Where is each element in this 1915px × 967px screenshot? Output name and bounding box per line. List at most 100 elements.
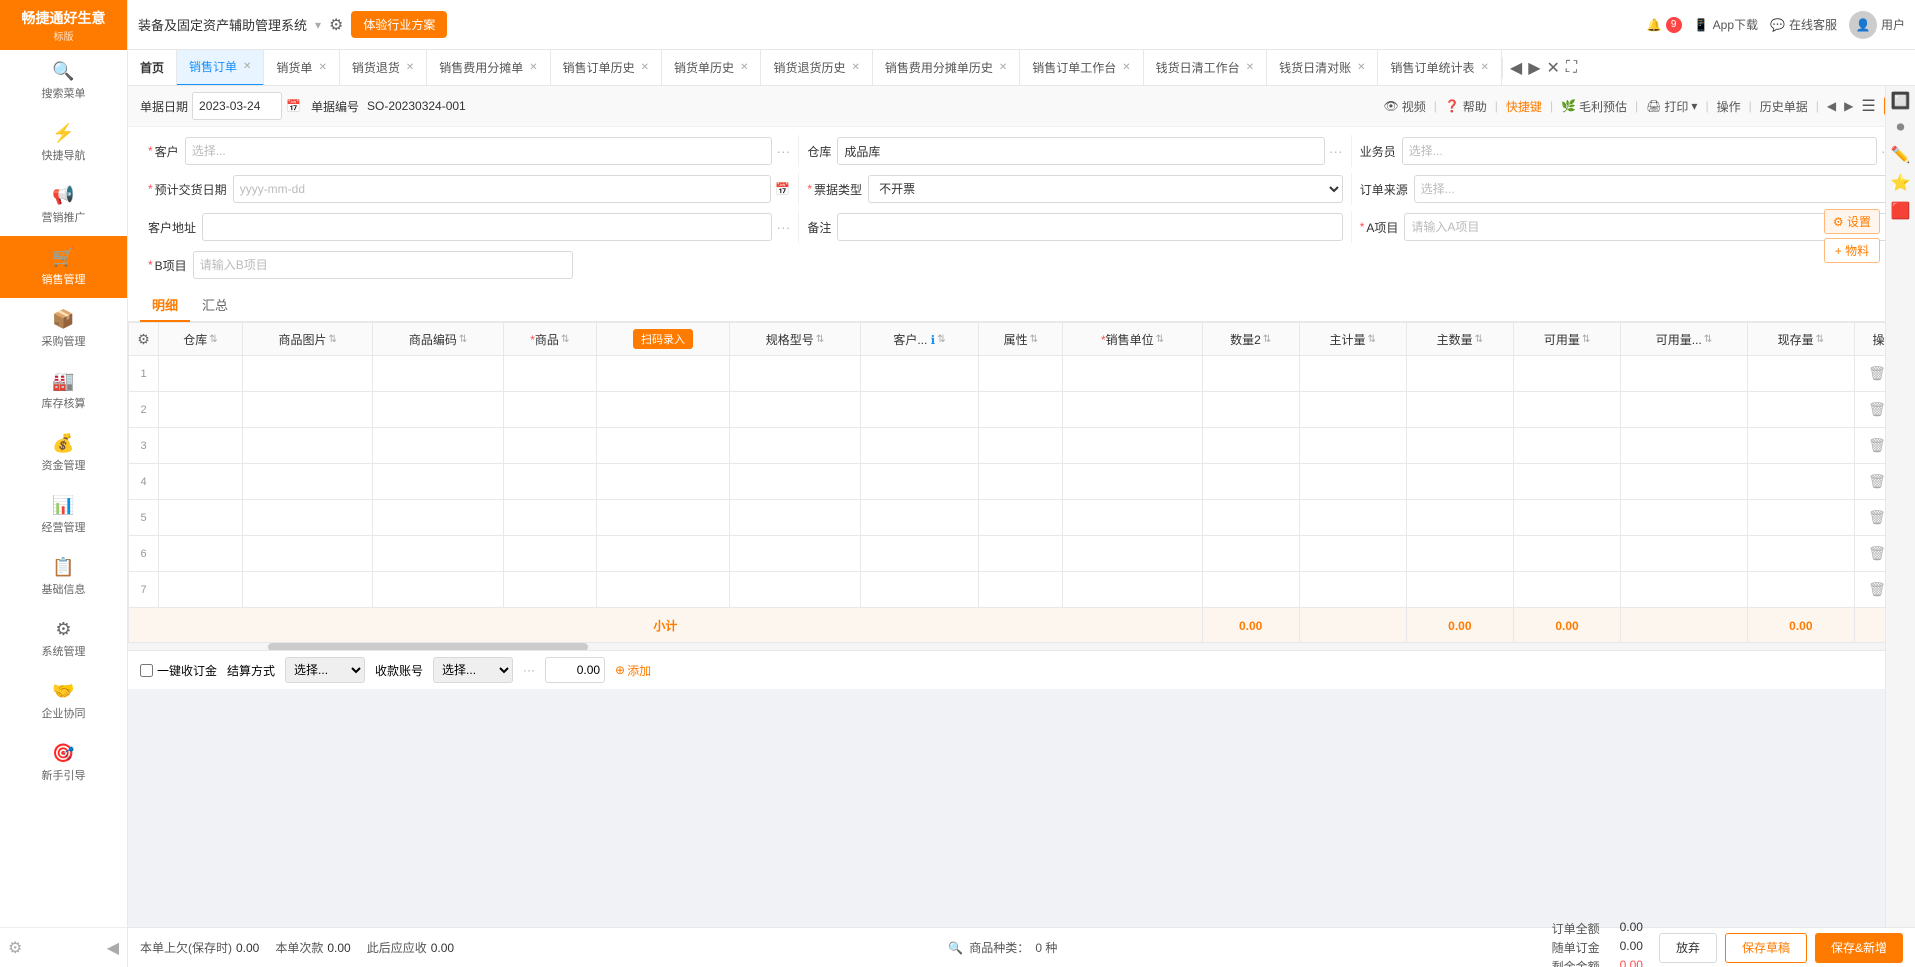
- table-cell[interactable]: [503, 464, 596, 500]
- table-cell[interactable]: [860, 428, 979, 464]
- collapse-icon[interactable]: ◀: [107, 938, 119, 958]
- table-cell[interactable]: [596, 464, 729, 500]
- table-cell[interactable]: [373, 536, 503, 572]
- panel-icon-3[interactable]: ✏️: [1891, 145, 1911, 165]
- sidebar-item-资金管理[interactable]: 💰 资金管理: [0, 422, 127, 484]
- tab-close-8[interactable]: ✕: [999, 62, 1007, 73]
- invoice-select[interactable]: 不开票 增值税普通发票 增值税专用发票: [868, 175, 1343, 203]
- table-cell[interactable]: [979, 392, 1063, 428]
- discard-btn[interactable]: 放弃: [1659, 933, 1717, 963]
- warehouse-input[interactable]: [837, 137, 1324, 165]
- print-btn[interactable]: 🖨 打印 ▾: [1646, 98, 1697, 115]
- table-cell[interactable]: [1063, 428, 1202, 464]
- tabs-prev-btn[interactable]: ◀: [1507, 58, 1525, 78]
- system-settings-icon[interactable]: ⚙: [329, 15, 343, 35]
- table-cell[interactable]: [1406, 392, 1513, 428]
- sort-icon[interactable]: ⇅: [1263, 334, 1271, 345]
- table-cell[interactable]: [596, 572, 729, 608]
- info-icon[interactable]: ℹ: [931, 333, 936, 347]
- table-cell[interactable]: [1299, 536, 1406, 572]
- save-new-btn[interactable]: 保存&新增: [1815, 933, 1903, 963]
- table-cell[interactable]: [373, 464, 503, 500]
- tab-12[interactable]: 销售订单统计表✕: [1378, 50, 1501, 86]
- table-container[interactable]: ⚙仓库⇅商品图片⇅商品编码⇅*商品⇅扫码录入规格型号⇅客户... ℹ⇅属性⇅*销…: [128, 322, 1915, 642]
- table-cell[interactable]: [1299, 464, 1406, 500]
- sidebar-item-搜索菜单[interactable]: 🔍 搜索菜单: [0, 50, 127, 112]
- table-cell[interactable]: [1747, 572, 1854, 608]
- tab-close-4[interactable]: ✕: [529, 62, 537, 73]
- table-cell[interactable]: [242, 572, 372, 608]
- table-cell[interactable]: [503, 536, 596, 572]
- table-cell[interactable]: [730, 356, 860, 392]
- table-cell[interactable]: [1513, 428, 1620, 464]
- table-cell[interactable]: [159, 500, 243, 536]
- table-cell[interactable]: [503, 356, 596, 392]
- table-cell[interactable]: [1747, 356, 1854, 392]
- inner-tab-明细[interactable]: 明细: [140, 289, 190, 322]
- add-btn[interactable]: ⊕ 添加: [615, 662, 651, 679]
- table-cell[interactable]: [1202, 500, 1299, 536]
- table-cell[interactable]: [1063, 572, 1202, 608]
- delete-row-btn[interactable]: 🗑: [1868, 365, 1886, 382]
- table-cell[interactable]: [860, 392, 979, 428]
- table-cell[interactable]: [1513, 464, 1620, 500]
- sort-icon[interactable]: ⇅: [1816, 334, 1824, 345]
- table-cell[interactable]: [1747, 428, 1854, 464]
- sort-icon[interactable]: ⇅: [328, 334, 336, 345]
- panel-icon-5[interactable]: 🟥: [1891, 201, 1911, 221]
- table-cell[interactable]: [1513, 392, 1620, 428]
- quick-settle-checkbox[interactable]: 一键收订金: [140, 662, 217, 679]
- table-cell[interactable]: [503, 428, 596, 464]
- table-cell[interactable]: [1747, 500, 1854, 536]
- table-cell[interactable]: [596, 536, 729, 572]
- table-cell[interactable]: [596, 500, 729, 536]
- table-cell[interactable]: [1621, 392, 1748, 428]
- table-cell[interactable]: [503, 392, 596, 428]
- tab-1[interactable]: 销售订单✕: [177, 50, 264, 86]
- table-cell[interactable]: [979, 428, 1063, 464]
- prev-record-icon[interactable]: ◀: [1827, 99, 1836, 113]
- table-cell[interactable]: [1747, 464, 1854, 500]
- table-cell[interactable]: [730, 500, 860, 536]
- table-cell[interactable]: [1202, 572, 1299, 608]
- sort-icon[interactable]: ⇅: [1156, 334, 1164, 345]
- sort-icon[interactable]: ⇅: [1030, 334, 1038, 345]
- table-cell[interactable]: [159, 356, 243, 392]
- table-cell[interactable]: [1621, 464, 1748, 500]
- table-cell[interactable]: [242, 428, 372, 464]
- remarks-input[interactable]: [837, 213, 1342, 241]
- table-cell[interactable]: [596, 428, 729, 464]
- tab-close-10[interactable]: ✕: [1246, 62, 1254, 73]
- scan-btn[interactable]: 扫码录入: [633, 329, 693, 349]
- table-cell[interactable]: [1513, 500, 1620, 536]
- online-service-item[interactable]: 💬 在线客服: [1770, 16, 1837, 33]
- sort-icon[interactable]: ⇅: [561, 334, 569, 345]
- tab-close-9[interactable]: ✕: [1122, 62, 1130, 73]
- sort-icon[interactable]: ⇅: [816, 334, 824, 345]
- tab-2[interactable]: 销货单✕: [264, 50, 339, 86]
- history-btn[interactable]: 历史单据: [1760, 98, 1808, 115]
- amount-input[interactable]: [545, 657, 605, 683]
- table-cell[interactable]: [1513, 356, 1620, 392]
- customer-input[interactable]: [185, 137, 773, 165]
- table-cell[interactable]: [1747, 536, 1854, 572]
- sort-icon[interactable]: ⇅: [937, 334, 945, 345]
- table-cell[interactable]: [1621, 572, 1748, 608]
- sort-icon[interactable]: ⇅: [1704, 334, 1712, 345]
- next-record-icon[interactable]: ▶: [1844, 99, 1853, 113]
- form-settings-btn[interactable]: ⚙ 设置: [1824, 209, 1880, 234]
- table-cell[interactable]: [1063, 392, 1202, 428]
- table-cell[interactable]: [1621, 428, 1748, 464]
- date-input[interactable]: [192, 92, 282, 120]
- gear-icon[interactable]: ⚙: [137, 331, 150, 347]
- tab-close-1[interactable]: ✕: [243, 61, 251, 72]
- inner-tab-汇总[interactable]: 汇总: [190, 289, 240, 322]
- account-select[interactable]: 选择...: [433, 657, 513, 683]
- table-cell[interactable]: [1202, 428, 1299, 464]
- table-cell[interactable]: [1202, 356, 1299, 392]
- tab-close-7[interactable]: ✕: [851, 62, 859, 73]
- tab-close-12[interactable]: ✕: [1481, 62, 1489, 73]
- address-expand-icon[interactable]: ···: [776, 219, 790, 235]
- save-draft-btn[interactable]: 保存草稿: [1725, 933, 1807, 963]
- delete-row-btn[interactable]: 🗑: [1868, 401, 1886, 418]
